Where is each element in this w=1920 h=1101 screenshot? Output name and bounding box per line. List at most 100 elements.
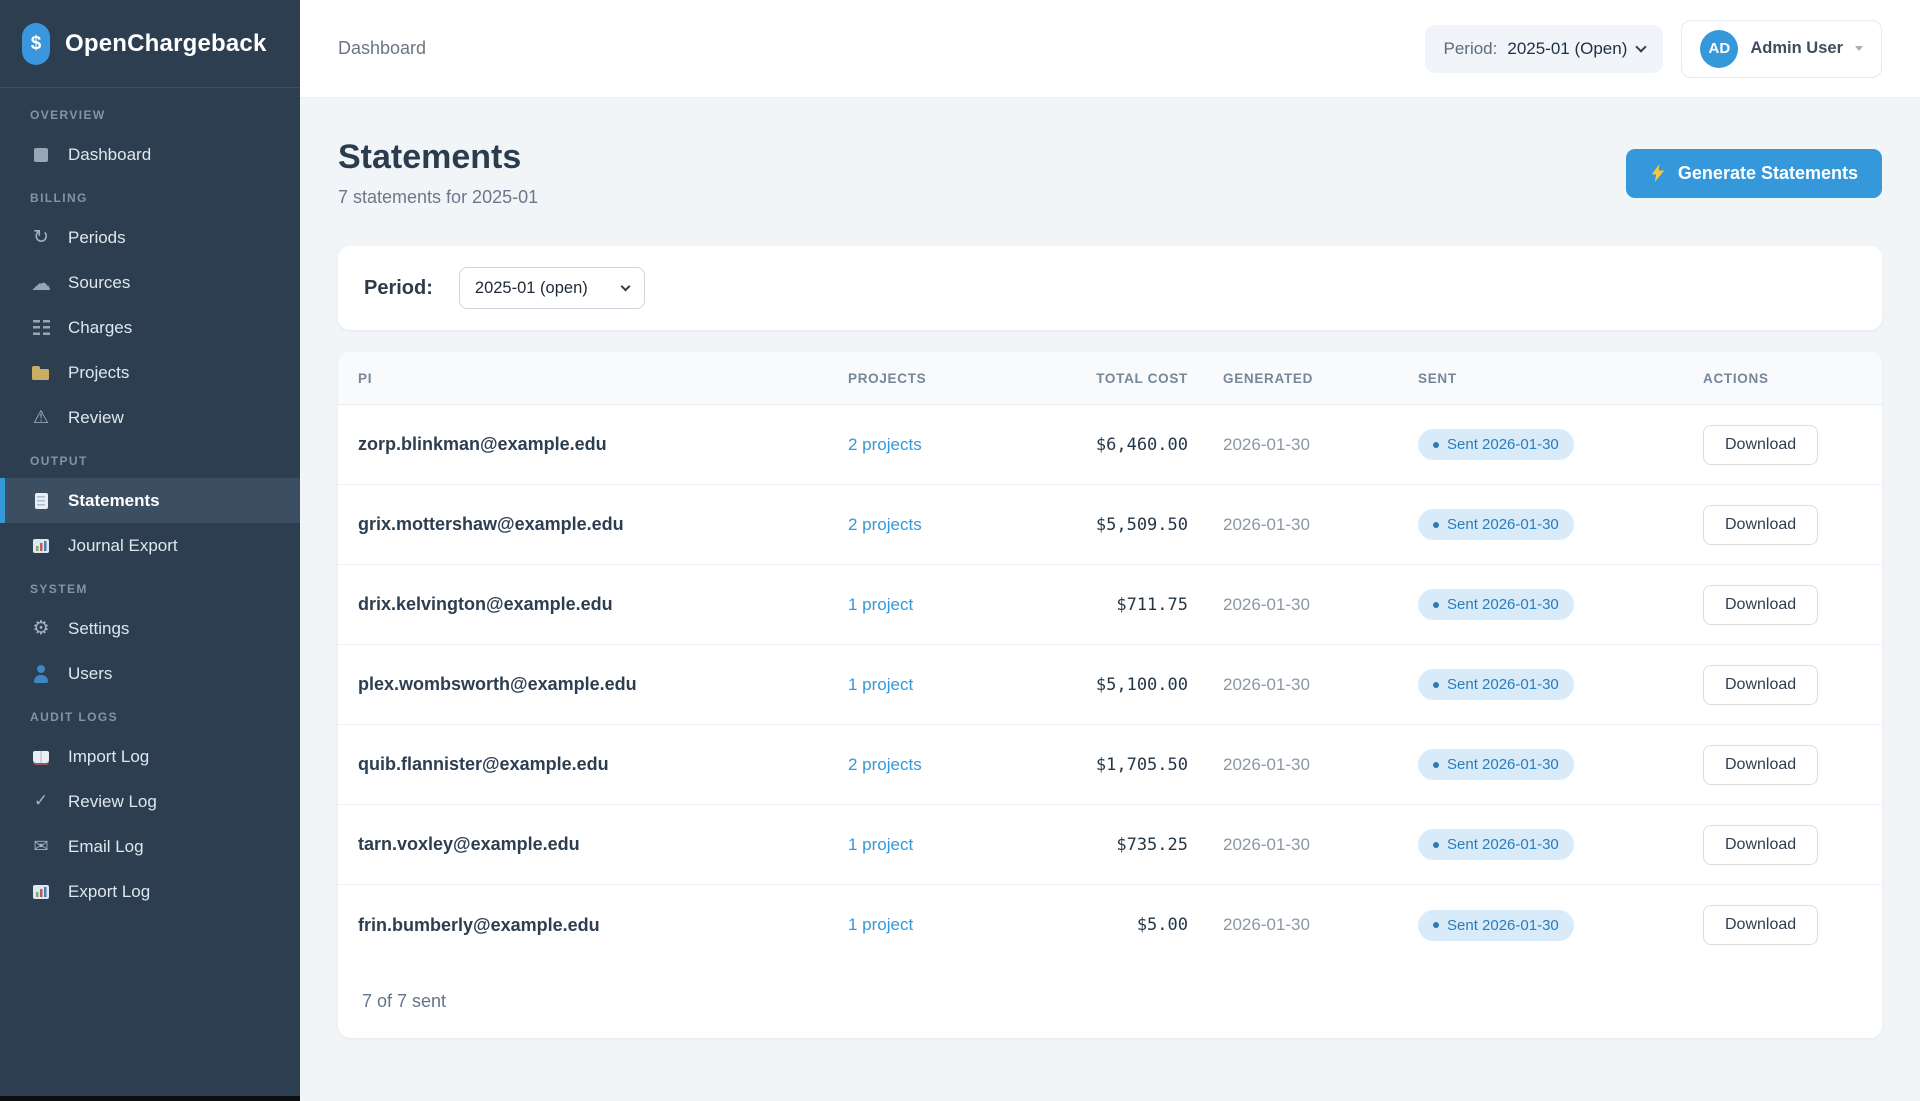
generated-date: 2026-01-30: [1223, 674, 1310, 694]
sent-badge-label: Sent 2026-01-30: [1447, 436, 1559, 453]
sidebar-item-review-log[interactable]: Review Log: [0, 779, 300, 824]
download-button[interactable]: Download: [1703, 664, 1819, 705]
total-cost: $5,509.50: [1095, 514, 1188, 535]
page-head: Statements 7 statements for 2025-01 Gene…: [338, 138, 1882, 208]
page-subtitle: 7 statements for 2025-01: [338, 187, 539, 207]
download-button[interactable]: Download: [1703, 504, 1819, 545]
total-cost: $711.75: [1116, 594, 1188, 615]
dot-icon: [1433, 441, 1439, 448]
topbar-right: Period: 2025-01 (Open) AD Admin User: [1425, 19, 1882, 78]
sidebar-item-charges[interactable]: Charges: [0, 305, 300, 350]
sidebar-item-review[interactable]: Review: [0, 395, 300, 440]
sent-badge-label: Sent 2026-01-30: [1447, 916, 1559, 934]
projects-link[interactable]: 1 project: [848, 915, 913, 934]
column-header-projects: PROJECTS: [848, 370, 927, 386]
dot-icon: [1433, 841, 1439, 848]
download-button[interactable]: Download: [1703, 424, 1819, 465]
sidebar-item-label: Users: [68, 663, 113, 683]
grid-icon: [30, 145, 52, 165]
generated-date: 2026-01-30: [1223, 754, 1310, 774]
period-select[interactable]: 2025-01 (open): [458, 267, 645, 309]
dollar-logo-icon: $: [22, 22, 50, 65]
sidebar-item-projects[interactable]: Projects: [0, 350, 300, 395]
cloud-icon: [30, 273, 52, 293]
sidebar-section-label: BILLING: [30, 191, 88, 205]
sidebar-item-label: Review Log: [68, 791, 157, 811]
sidebar-item-label: Periods: [68, 227, 126, 247]
dot-icon: [1433, 521, 1439, 528]
projects-link[interactable]: 1 project: [848, 595, 913, 614]
column-header-pi: PI: [358, 370, 373, 386]
pi-email: zorp.blinkman@example.edu: [358, 434, 607, 454]
total-cost: $5,100.00: [1095, 674, 1188, 695]
sidebar-item-export-log[interactable]: Export Log: [0, 869, 300, 914]
chevron-down-icon: [620, 281, 631, 291]
sidebar-item-users[interactable]: Users: [0, 651, 300, 696]
sidebar-item-settings[interactable]: Settings: [0, 606, 300, 651]
sidebar-item-label: Import Log: [68, 746, 150, 766]
sidebar-nav: OVERVIEW Dashboard BILLING Periods Sourc…: [0, 88, 300, 914]
user-menu[interactable]: AD Admin User: [1681, 19, 1882, 78]
sidebar-item-statements[interactable]: Statements: [0, 478, 300, 523]
generated-date: 2026-01-30: [1223, 514, 1310, 534]
download-button[interactable]: Download: [1703, 744, 1819, 785]
sidebar-item-label: Email Log: [68, 836, 144, 856]
sent-badge: Sent 2026-01-30: [1418, 509, 1574, 540]
sent-badge: Sent 2026-01-30: [1418, 669, 1574, 700]
table-body: zorp.blinkman@example.edu 2 projects $6,…: [338, 405, 1882, 965]
refresh-icon: [30, 228, 52, 248]
generated-date: 2026-01-30: [1223, 594, 1310, 614]
generated-date: 2026-01-30: [1223, 434, 1310, 454]
caret-down-icon: [1855, 46, 1863, 51]
generate-statements-label: Generate Statements: [1677, 162, 1858, 183]
list-icon: [30, 318, 52, 338]
column-header-actions: ACTIONS: [1703, 370, 1769, 386]
projects-link[interactable]: 1 project: [848, 835, 913, 854]
app-root: $ OpenChargeback OVERVIEW Dashboard BILL…: [0, 0, 1920, 1101]
column-header-sent: SENT: [1418, 370, 1457, 386]
chart-icon: [30, 536, 52, 556]
projects-link[interactable]: 2 projects: [848, 515, 922, 534]
download-button[interactable]: Download: [1703, 824, 1819, 865]
projects-link[interactable]: 2 projects: [848, 755, 922, 774]
period-select-value: 2025-01 (open): [474, 278, 588, 297]
folder-icon: [30, 363, 52, 383]
check-icon: [30, 792, 52, 812]
sidebar-item-email-log[interactable]: Email Log: [0, 824, 300, 869]
sent-badge-label: Sent 2026-01-30: [1447, 516, 1559, 533]
lightning-icon: [1651, 164, 1665, 182]
sidebar-item-dashboard[interactable]: Dashboard: [0, 132, 300, 177]
sidebar-item-periods[interactable]: Periods: [0, 215, 300, 260]
generate-statements-button[interactable]: Generate Statements: [1625, 148, 1882, 198]
sidebar-item-label: Review: [68, 407, 124, 427]
projects-link[interactable]: 1 project: [848, 675, 913, 694]
period-filter-card: Period: 2025-01 (open): [338, 246, 1882, 330]
table-header: PI PROJECTS TOTAL COST GENERATED SENT AC…: [338, 352, 1882, 405]
sidebar-section: OVERVIEW Dashboard: [0, 108, 300, 177]
projects-link[interactable]: 2 projects: [848, 435, 922, 454]
book-icon: [30, 747, 52, 767]
download-button[interactable]: Download: [1703, 905, 1819, 945]
chart-icon: [30, 882, 52, 902]
table-row: quib.flannister@example.edu 2 projects $…: [338, 725, 1882, 805]
table-row: zorp.blinkman@example.edu 2 projects $6,…: [338, 405, 1882, 485]
table-row: tarn.voxley@example.edu 1 project $735.2…: [338, 805, 1882, 885]
sidebar-section-label: SYSTEM: [30, 582, 88, 596]
sidebar-section: AUDIT LOGS Import Log Review Log Email L…: [0, 710, 300, 914]
sidebar-item-journal-export[interactable]: Journal Export: [0, 523, 300, 568]
warning-icon: [30, 408, 52, 428]
sent-badge-label: Sent 2026-01-30: [1447, 596, 1559, 613]
breadcrumb[interactable]: Dashboard: [338, 38, 426, 59]
sent-badge: Sent 2026-01-30: [1418, 909, 1574, 941]
download-button[interactable]: Download: [1703, 584, 1819, 625]
sidebar-item-label: Projects: [68, 362, 130, 382]
table-row: drix.kelvington@example.edu 1 project $7…: [338, 565, 1882, 645]
envelope-icon: [30, 837, 52, 857]
header-period-dropdown[interactable]: Period: 2025-01 (Open): [1425, 24, 1664, 73]
sidebar-item-import-log[interactable]: Import Log: [0, 734, 300, 779]
period-label: Period:: [1443, 38, 1498, 58]
total-cost: $6,460.00: [1095, 434, 1188, 455]
sent-badge-label: Sent 2026-01-30: [1447, 836, 1559, 853]
sidebar-item-sources[interactable]: Sources: [0, 260, 300, 305]
gear-icon: [30, 619, 52, 639]
